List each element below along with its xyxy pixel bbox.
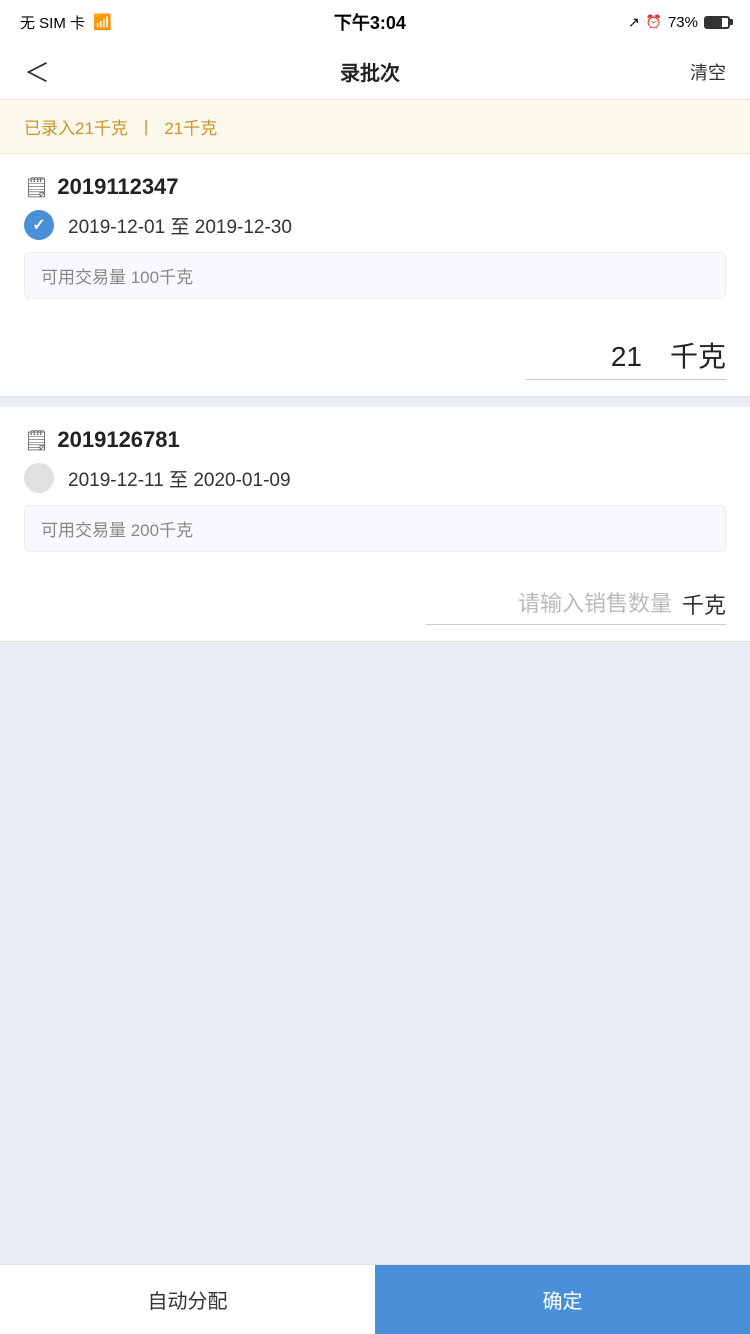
alarm-icon: ⏰	[646, 14, 662, 30]
batch-date-row-1: ✓ 2019-12-01 至 2019-12-30	[24, 210, 726, 240]
batch-icon-2: 🗒	[24, 428, 49, 453]
wifi-icon: 📶	[93, 13, 112, 31]
bottom-bar: 自动分配 确定	[0, 1264, 750, 1334]
auto-distribute-button[interactable]: 自动分配	[0, 1265, 375, 1334]
status-time: 下午3:04	[334, 9, 406, 35]
total-label: 21千克	[164, 114, 217, 139]
batch-card-1: 🗒 2019112347 ✓ 2019-12-01 至 2019-12-30 可…	[0, 154, 750, 319]
empty-area	[0, 642, 750, 1264]
avail-text-1: 可用交易量 100千克	[41, 268, 193, 287]
batch-card-2: 🗒 2019126781 2019-12-11 至 2020-01-09 可用交…	[0, 407, 750, 572]
batch-id-2: 2019126781	[57, 427, 179, 453]
nav-bar: ＜ 录批次 清空	[0, 44, 750, 100]
confirm-button[interactable]: 确定	[375, 1265, 750, 1334]
section-separator	[0, 397, 750, 407]
battery-icon	[704, 16, 730, 29]
avail-row-2: 可用交易量 200千克	[24, 505, 726, 552]
checkmark-icon: ✓	[32, 215, 45, 235]
batch-id-1: 2019112347	[57, 174, 178, 200]
status-right: ↗ ⏰ 73%	[628, 14, 730, 31]
batch-date-row-2: 2019-12-11 至 2020-01-09	[24, 463, 726, 493]
avail-text-2: 可用交易量 200千克	[41, 521, 193, 540]
recorded-label: 已录入21千克	[24, 114, 128, 139]
quantity-row-1: 21 千克	[0, 319, 750, 397]
summary-divider: |	[144, 117, 148, 137]
input-row-2: 千克	[0, 572, 750, 642]
input-underline-2	[426, 624, 726, 625]
back-button[interactable]: ＜	[24, 53, 50, 90]
radio-unchecked-2[interactable]	[24, 463, 54, 493]
summary-bar: 已录入21千克 | 21千克	[0, 100, 750, 154]
quantity-value-1: 21 千克	[611, 335, 726, 375]
batch-header-1: 🗒 2019112347	[24, 174, 726, 200]
page-title: 录批次	[340, 57, 400, 86]
clear-button[interactable]: 清空	[690, 59, 726, 85]
status-left: 无 SIM 卡 📶	[20, 12, 112, 33]
avail-row-1: 可用交易量 100千克	[24, 252, 726, 299]
carrier-text: 无 SIM 卡	[20, 12, 85, 33]
input-unit-2: 千克	[682, 588, 726, 620]
radio-checked-1[interactable]: ✓	[24, 210, 54, 240]
quantity-underline-1	[526, 379, 726, 380]
batch-date-1: 2019-12-01 至 2019-12-30	[68, 212, 292, 239]
batch-icon-1: 🗒	[24, 175, 49, 200]
status-bar: 无 SIM 卡 📶 下午3:04 ↗ ⏰ 73%	[0, 0, 750, 44]
batch-date-2: 2019-12-11 至 2020-01-09	[68, 465, 291, 492]
gps-icon: ↗	[628, 14, 640, 31]
batch-header-2: 🗒 2019126781	[24, 427, 726, 453]
battery-percent: 73%	[668, 14, 698, 31]
quantity-input-2[interactable]	[422, 591, 672, 617]
main-content: 已录入21千克 | 21千克 🗒 2019112347 ✓ 2019-12-01…	[0, 100, 750, 1264]
